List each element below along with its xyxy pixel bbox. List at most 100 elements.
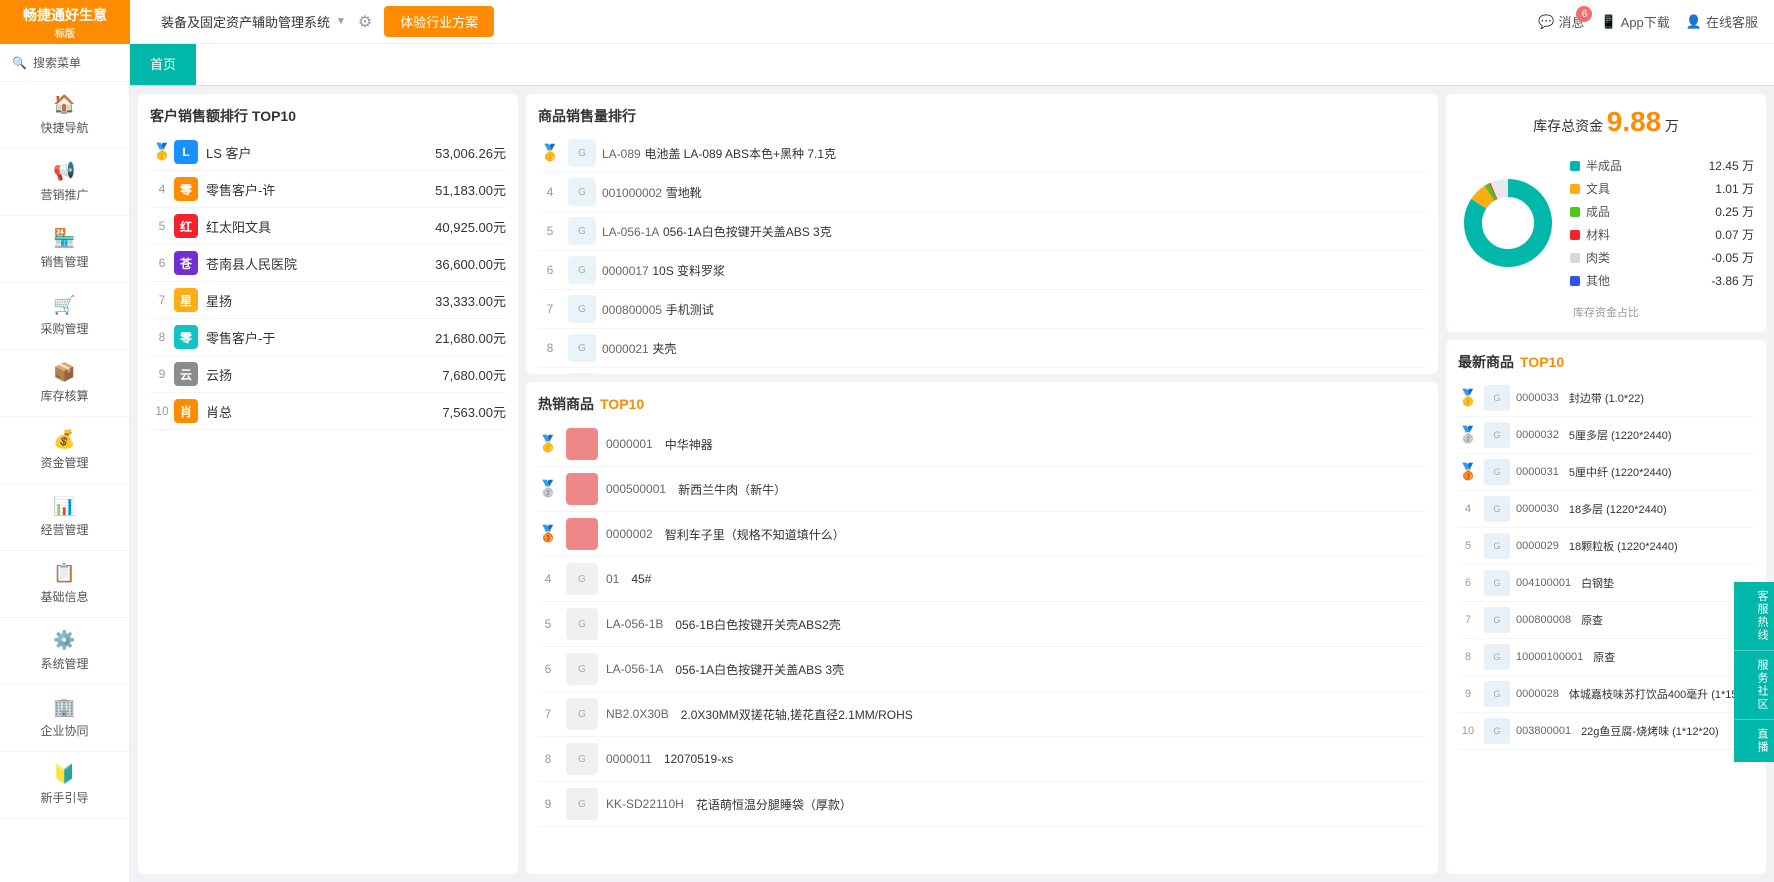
hot-product-name: 45# [631, 572, 651, 586]
sidebar: 🔍 搜索菜单 🏠 快捷导航📢 营销推广🏪 销售管理🛒 采购管理📦 库存核算💰 资… [0, 44, 130, 882]
new-product-image: G [1484, 681, 1510, 707]
float-btn-服务社区[interactable]: 服务社区 [1734, 651, 1774, 720]
inventory-subtitle: 库存资金占比 [1458, 304, 1754, 320]
hot-products-title: 热销商品 TOP10 [538, 394, 1426, 414]
customer-value: 53,006.26元 [435, 143, 506, 162]
product-row: 4 G 001000002 雪地靴 [538, 173, 1426, 212]
search-icon: 🔍 [12, 56, 27, 70]
rank-number: 5 [150, 219, 174, 233]
new-product-row: 🥇 G 0000033 封边带 (1.0*22) [1458, 380, 1754, 417]
new-product-code: 0000033 [1516, 392, 1559, 404]
tab-home[interactable]: 首页 [130, 44, 196, 85]
sidebar-item-enterprise[interactable]: 🏢 企业协同 [0, 685, 129, 752]
purchase-icon: 🛒 [53, 295, 75, 316]
sidebar-item-operations[interactable]: 📊 经营管理 [0, 484, 129, 551]
ranking-row: 7 星 星扬 33,333.00元 [150, 282, 506, 319]
rank-number: 8 [538, 341, 562, 355]
bronze-medal-icon: 🥉 [538, 526, 558, 543]
new-product-name: 5厘中纤 (1220*2440) [1569, 464, 1672, 480]
sidebar-item-marketing[interactable]: 📢 营销推广 [0, 149, 129, 216]
sidebar-item-guide[interactable]: 🔰 新手引导 [0, 752, 129, 819]
rank-number: 6 [538, 263, 562, 277]
messages-button[interactable]: 💬 消息 6 [1538, 12, 1584, 31]
top-header: 畅捷通好生意 标版 装备及固定资产辅助管理系统 ▼ ⚙ 体验行业方案 💬 消息 … [0, 0, 1774, 44]
float-buttons: 客服热线服务社区直播 [1734, 582, 1774, 762]
rank-number: 🥇 [538, 143, 562, 163]
new-rank-number: 🥉 [1458, 462, 1478, 482]
online-service-button[interactable]: 👤 在线客服 [1686, 12, 1758, 31]
product-info: 000800005 手机测试 [602, 301, 1426, 318]
new-product-code: 10000100001 [1516, 651, 1583, 663]
ranking-row: 10 肖 肖总 7,563.00元 [150, 393, 506, 430]
sidebar-item-quick-nav[interactable]: 🏠 快捷导航 [0, 82, 129, 149]
product-row: 9 G LA-59651-1B 59651-1B旋转投影灯电池盒ABS黑色+58… [538, 368, 1426, 374]
app-download-button[interactable]: 📱 App下载 [1600, 12, 1669, 31]
product-code: 0000021 [602, 342, 649, 356]
rank-number: 8 [150, 330, 174, 344]
hot-product-code: 0000011 [606, 752, 652, 766]
new-product-row: 🥉 G 0000031 5厘中纤 (1220*2440) [1458, 454, 1754, 491]
sidebar-label-operations: 经营管理 [40, 521, 88, 538]
hot-product-name: 056-1A白色按键开关盖ABS 3壳 [675, 661, 844, 678]
customer-ranking-title: 客户销售额排行 TOP10 [150, 106, 506, 126]
legend-color-dot [1570, 276, 1580, 286]
new-products-card: 最新商品 TOP10 🥇 G 0000033 封边带 (1.0*22) 🥈 G … [1446, 340, 1766, 874]
silver-medal-icon: 🥈 [1458, 427, 1478, 444]
customer-avatar: L [174, 140, 198, 164]
product-row: 8 G 0000021 夹壳 [538, 329, 1426, 368]
customer-name: 肖总 [206, 402, 442, 421]
donut-area: 半成品 12.45 万 文具 1.01 万 成品 0.25 万 材料 0.07 … [1458, 146, 1754, 300]
legend-label: 成品 [1586, 203, 1709, 220]
product-code: 000800005 [602, 303, 662, 317]
float-btn-客服热线[interactable]: 客服热线 [1734, 582, 1774, 651]
content-area: 首页 客户销售额排行 TOP10 🥇 L LS 客户 53,006.26元 4 … [130, 44, 1774, 882]
product-image: G [568, 178, 596, 206]
header-center: 装备及固定资产辅助管理系统 ▼ ⚙ 体验行业方案 [161, 6, 1538, 37]
sidebar-item-purchase[interactable]: 🛒 采购管理 [0, 283, 129, 350]
silver-medal-icon: 🥈 [538, 481, 558, 498]
hot-product-code: LA-056-1B [606, 617, 663, 631]
new-rank-number: 🥈 [1458, 425, 1478, 445]
hot-product-name: 花语萌恒温分腿睡袋（厚款） [696, 796, 852, 813]
product-row: 7 G 000800005 手机测试 [538, 290, 1426, 329]
basics-icon: 📋 [53, 563, 75, 584]
customer-avatar: 零 [174, 325, 198, 349]
sidebar-item-finance[interactable]: 💰 资金管理 [0, 417, 129, 484]
ranking-row: 6 苍 苍南县人民医院 36,600.00元 [150, 245, 506, 282]
hot-product-row: 🥈 000500001 新西兰牛肉（新牛） [538, 467, 1426, 512]
new-product-name: 原查 [1581, 612, 1603, 628]
customer-value: 36,600.00元 [435, 254, 506, 273]
new-product-image: G [1484, 607, 1510, 633]
operations-icon: 📊 [53, 496, 75, 517]
float-btn-直播[interactable]: 直播 [1734, 720, 1774, 762]
hot-product-image: G [566, 563, 598, 595]
left-column: 客户销售额排行 TOP10 🥇 L LS 客户 53,006.26元 4 零 零… [138, 94, 518, 874]
system-selector[interactable]: 装备及固定资产辅助管理系统 ▼ [161, 12, 346, 31]
new-product-code: 003800001 [1516, 725, 1571, 737]
hot-product-image [566, 428, 598, 460]
new-rank-number: 6 [1458, 577, 1478, 589]
new-rank-number: 10 [1458, 725, 1478, 737]
hot-product-code: 0000002 [606, 527, 653, 541]
customer-name: 零售客户-许 [206, 180, 435, 199]
sidebar-item-basics[interactable]: 📋 基础信息 [0, 551, 129, 618]
search-menu[interactable]: 🔍 搜索菜单 [0, 44, 129, 82]
new-product-row: 7 G 000800008 原查 [1458, 602, 1754, 639]
gold-medal-icon: 🥇 [152, 144, 172, 161]
sidebar-item-system[interactable]: ⚙️ 系统管理 [0, 618, 129, 685]
sidebar-item-sales[interactable]: 🏪 销售管理 [0, 216, 129, 283]
product-name: 056-1A白色按键开关盖ABS 3克 [663, 225, 832, 239]
product-row: 5 G LA-056-1A 056-1A白色按键开关盖ABS 3克 [538, 212, 1426, 251]
trial-button[interactable]: 体验行业方案 [384, 6, 494, 37]
sidebar-item-inventory[interactable]: 📦 库存核算 [0, 350, 129, 417]
customer-name: LS 客户 [206, 143, 435, 162]
new-product-image: G [1484, 533, 1510, 559]
product-ranking-title: 商品销售量排行 [538, 106, 1426, 126]
settings-button[interactable]: ⚙ [358, 12, 372, 32]
customer-avatar: 零 [174, 177, 198, 201]
customer-value: 21,680.00元 [435, 328, 506, 347]
hot-product-code: 0000001 [606, 437, 653, 451]
new-product-code: 0000028 [1516, 688, 1559, 700]
new-product-code: 0000029 [1516, 540, 1559, 552]
legend-label: 文具 [1586, 180, 1709, 197]
